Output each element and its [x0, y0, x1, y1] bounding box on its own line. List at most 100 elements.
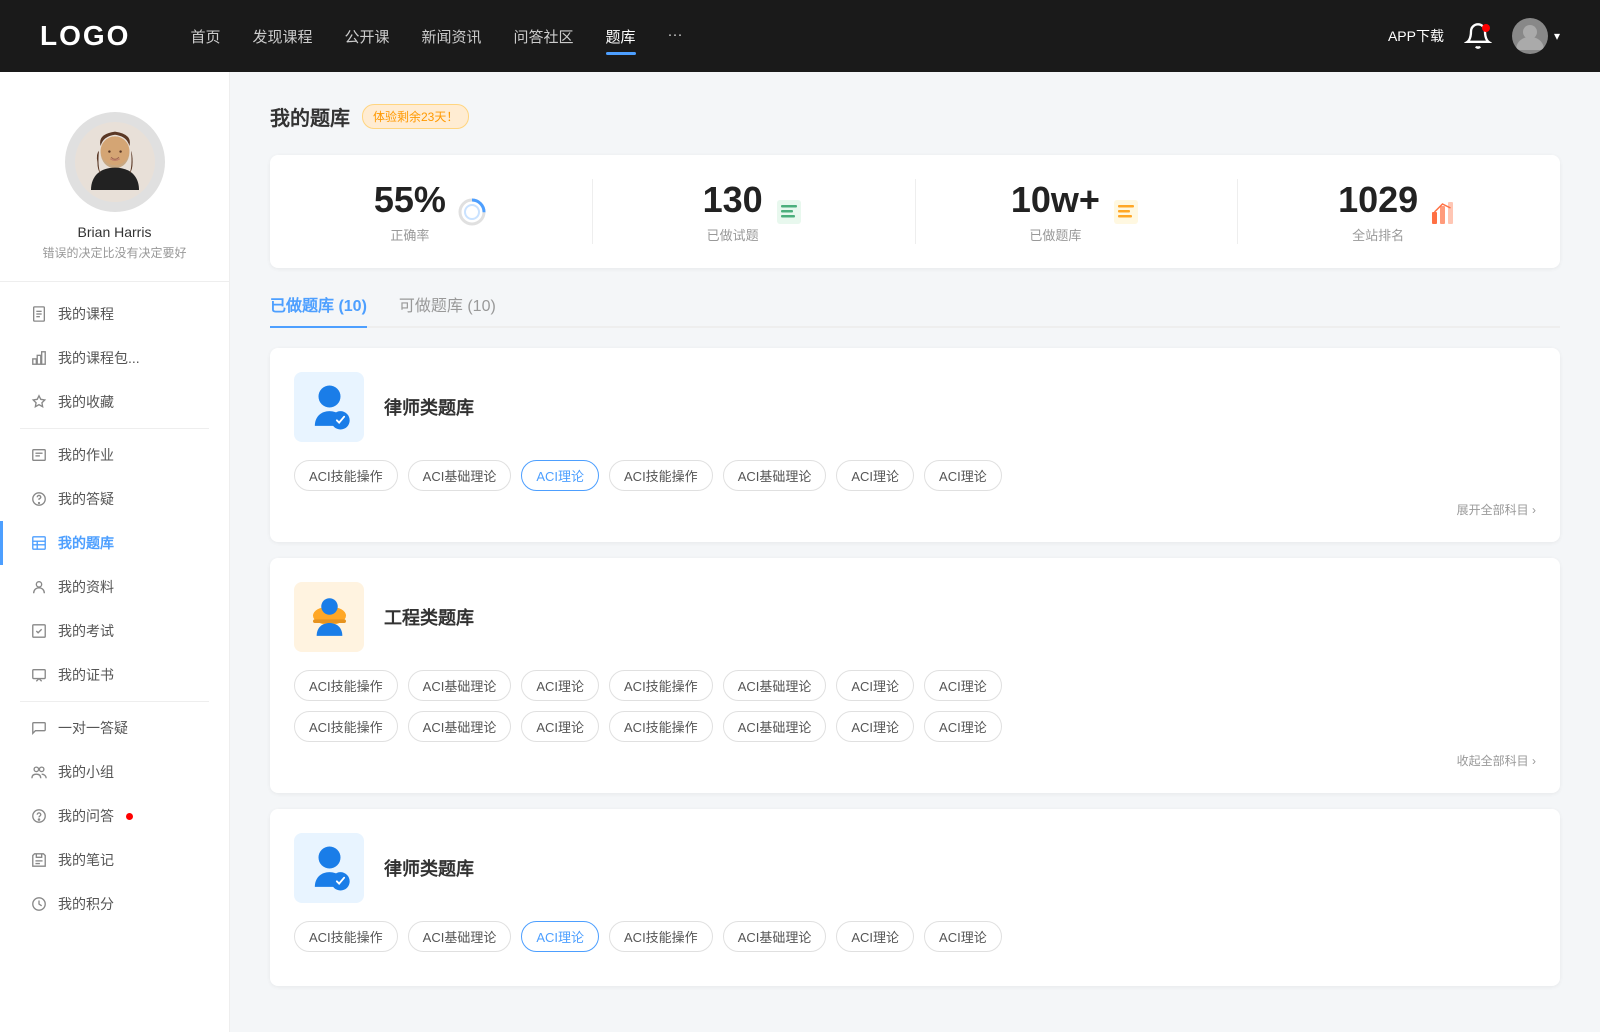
category-header-lawyer-2: 律师类题库 [294, 833, 1536, 903]
sidebar-menu: 我的课程 我的课程包... 我的收藏 [0, 282, 229, 936]
stat-rank-value: 1029 [1338, 179, 1418, 221]
sidebar-item-certificate[interactable]: 我的证书 [0, 653, 229, 697]
points-icon [30, 895, 48, 913]
tag[interactable]: ACI理论 [836, 670, 914, 701]
sidebar-label-package: 我的课程包... [58, 348, 140, 368]
sidebar-item-notes[interactable]: 我的笔记 [0, 838, 229, 882]
tag[interactable]: ACI基础理论 [408, 460, 512, 491]
sidebar-item-favorites[interactable]: 我的收藏 [0, 380, 229, 424]
nav-open-course[interactable]: 公开课 [344, 22, 389, 51]
nav-discover[interactable]: 发现课程 [252, 22, 312, 51]
tag[interactable]: ACI理论 [521, 670, 599, 701]
sidebar-item-question-bank[interactable]: 我的题库 [0, 521, 229, 565]
navbar: LOGO 首页 发现课程 公开课 新闻资讯 问答社区 题库 ··· APP下载 … [0, 0, 1600, 72]
tag[interactable]: ACI基础理论 [723, 921, 827, 952]
sidebar-item-exam[interactable]: 我的考试 [0, 609, 229, 653]
sidebar-label-exam: 我的考试 [58, 621, 114, 641]
expand-button-lawyer-1[interactable]: 展开全部科目 › [294, 501, 1536, 518]
sidebar-item-questions[interactable]: 我的问答 [0, 794, 229, 838]
tag[interactable]: ACI理论 [924, 921, 1002, 952]
sidebar-item-points[interactable]: 我的积分 [0, 882, 229, 926]
stat-banks-done: 10w+ 已做题库 [916, 179, 1239, 244]
assignment-icon [30, 446, 48, 464]
list-green-icon [773, 196, 805, 228]
page-title: 我的题库 [270, 102, 350, 131]
profile-section: Brian Harris 错误的决定比没有决定要好 [0, 102, 229, 282]
sidebar-item-profile[interactable]: 我的资料 [0, 565, 229, 609]
sidebar-item-course-package[interactable]: 我的课程包... [0, 336, 229, 380]
category-title-lawyer-2: 律师类题库 [384, 855, 474, 881]
nav-home[interactable]: 首页 [190, 22, 220, 51]
sidebar-label-homework: 我的作业 [58, 445, 114, 465]
exam-icon [30, 622, 48, 640]
tag[interactable]: ACI基础理论 [408, 921, 512, 952]
nav-question-bank[interactable]: 题库 [606, 22, 636, 51]
tag[interactable]: ACI理论 [836, 921, 914, 952]
divider-2 [20, 701, 209, 702]
sidebar-item-ask[interactable]: 我的答疑 [0, 477, 229, 521]
chevron-down-icon: ▾ [1554, 29, 1560, 43]
user-avatar-container[interactable]: ▾ [1512, 18, 1560, 54]
tag[interactable]: ACI技能操作 [609, 670, 713, 701]
tag[interactable]: ACI理论 [521, 711, 599, 742]
stat-banks-label: 已做题库 [1011, 225, 1100, 244]
tag[interactable]: ACI理论 [836, 711, 914, 742]
tag[interactable]: ACI技能操作 [609, 460, 713, 491]
tag[interactable]: ACI技能操作 [294, 921, 398, 952]
sidebar-label-group: 我的小组 [58, 762, 114, 782]
sidebar-item-homework[interactable]: 我的作业 [0, 433, 229, 477]
category-card-engineer: 工程类题库 ACI技能操作 ACI基础理论 ACI理论 ACI技能操作 ACI基… [270, 558, 1560, 793]
stat-questions-done: 130 已做试题 [593, 179, 916, 244]
stat-rank: 1029 全站排名 [1238, 179, 1560, 244]
certificate-icon [30, 666, 48, 684]
tab-done[interactable]: 已做题库 (10) [270, 292, 367, 326]
sidebar-label-courses: 我的课程 [58, 304, 114, 324]
avatar [1512, 18, 1548, 54]
stat-banks-value: 10w+ [1011, 179, 1100, 221]
tag[interactable]: ACI技能操作 [294, 460, 398, 491]
tag[interactable]: ACI理论 [924, 670, 1002, 701]
category-card-lawyer-2: 律师类题库 ACI技能操作 ACI基础理论 ACI理论 ACI技能操作 ACI基… [270, 809, 1560, 986]
star-icon [30, 393, 48, 411]
questions-notification-dot [126, 813, 133, 820]
tag[interactable]: ACI理论 [924, 711, 1002, 742]
tag-active[interactable]: ACI理论 [521, 460, 599, 491]
category-card-lawyer-1: 律师类题库 ACI技能操作 ACI基础理论 ACI理论 ACI技能操作 ACI基… [270, 348, 1560, 542]
tab-available[interactable]: 可做题库 (10) [399, 292, 496, 326]
tag[interactable]: ACI基础理论 [723, 670, 827, 701]
chart-red-icon [1428, 196, 1460, 228]
main-content: 我的题库 体验剩余23天！ 55% 正确率 [230, 72, 1600, 1032]
tag[interactable]: ACI基础理论 [723, 460, 827, 491]
chat-icon [30, 719, 48, 737]
sidebar-label-one-on-one: 一对一答疑 [58, 718, 128, 738]
tag[interactable]: ACI理论 [836, 460, 914, 491]
nav-news[interactable]: 新闻资讯 [422, 22, 482, 51]
notification-bell[interactable] [1464, 22, 1492, 50]
group-icon [30, 763, 48, 781]
tag[interactable]: ACI技能操作 [609, 711, 713, 742]
tag[interactable]: ACI理论 [924, 460, 1002, 491]
tag[interactable]: ACI技能操作 [294, 711, 398, 742]
sidebar-item-one-on-one[interactable]: 一对一答疑 [0, 706, 229, 750]
tag[interactable]: ACI技能操作 [609, 921, 713, 952]
collapse-button-engineer[interactable]: 收起全部科目 › [294, 752, 1536, 769]
stat-rank-label: 全站排名 [1338, 225, 1418, 244]
tag-active[interactable]: ACI理论 [521, 921, 599, 952]
tag[interactable]: ACI技能操作 [294, 670, 398, 701]
tag[interactable]: ACI基础理论 [723, 711, 827, 742]
sidebar-item-courses[interactable]: 我的课程 [0, 292, 229, 336]
tags-row-engineer-2: ACI技能操作 ACI基础理论 ACI理论 ACI技能操作 ACI基础理论 AC… [294, 711, 1536, 742]
tag[interactable]: ACI基础理论 [408, 711, 512, 742]
tag[interactable]: ACI基础理论 [408, 670, 512, 701]
pie-chart-icon [456, 196, 488, 228]
nav-more[interactable]: ··· [668, 22, 683, 51]
engineer-icon [294, 582, 364, 652]
nav-qa[interactable]: 问答社区 [514, 22, 574, 51]
sidebar: Brian Harris 错误的决定比没有决定要好 我的课程 [0, 72, 230, 1032]
sidebar-item-group[interactable]: 我的小组 [0, 750, 229, 794]
sidebar-label-points: 我的积分 [58, 894, 114, 914]
app-download-button[interactable]: APP下载 [1388, 26, 1444, 46]
sidebar-label-profile: 我的资料 [58, 577, 114, 597]
lawyer-icon-2 [294, 833, 364, 903]
profile-name: Brian Harris [20, 224, 209, 240]
